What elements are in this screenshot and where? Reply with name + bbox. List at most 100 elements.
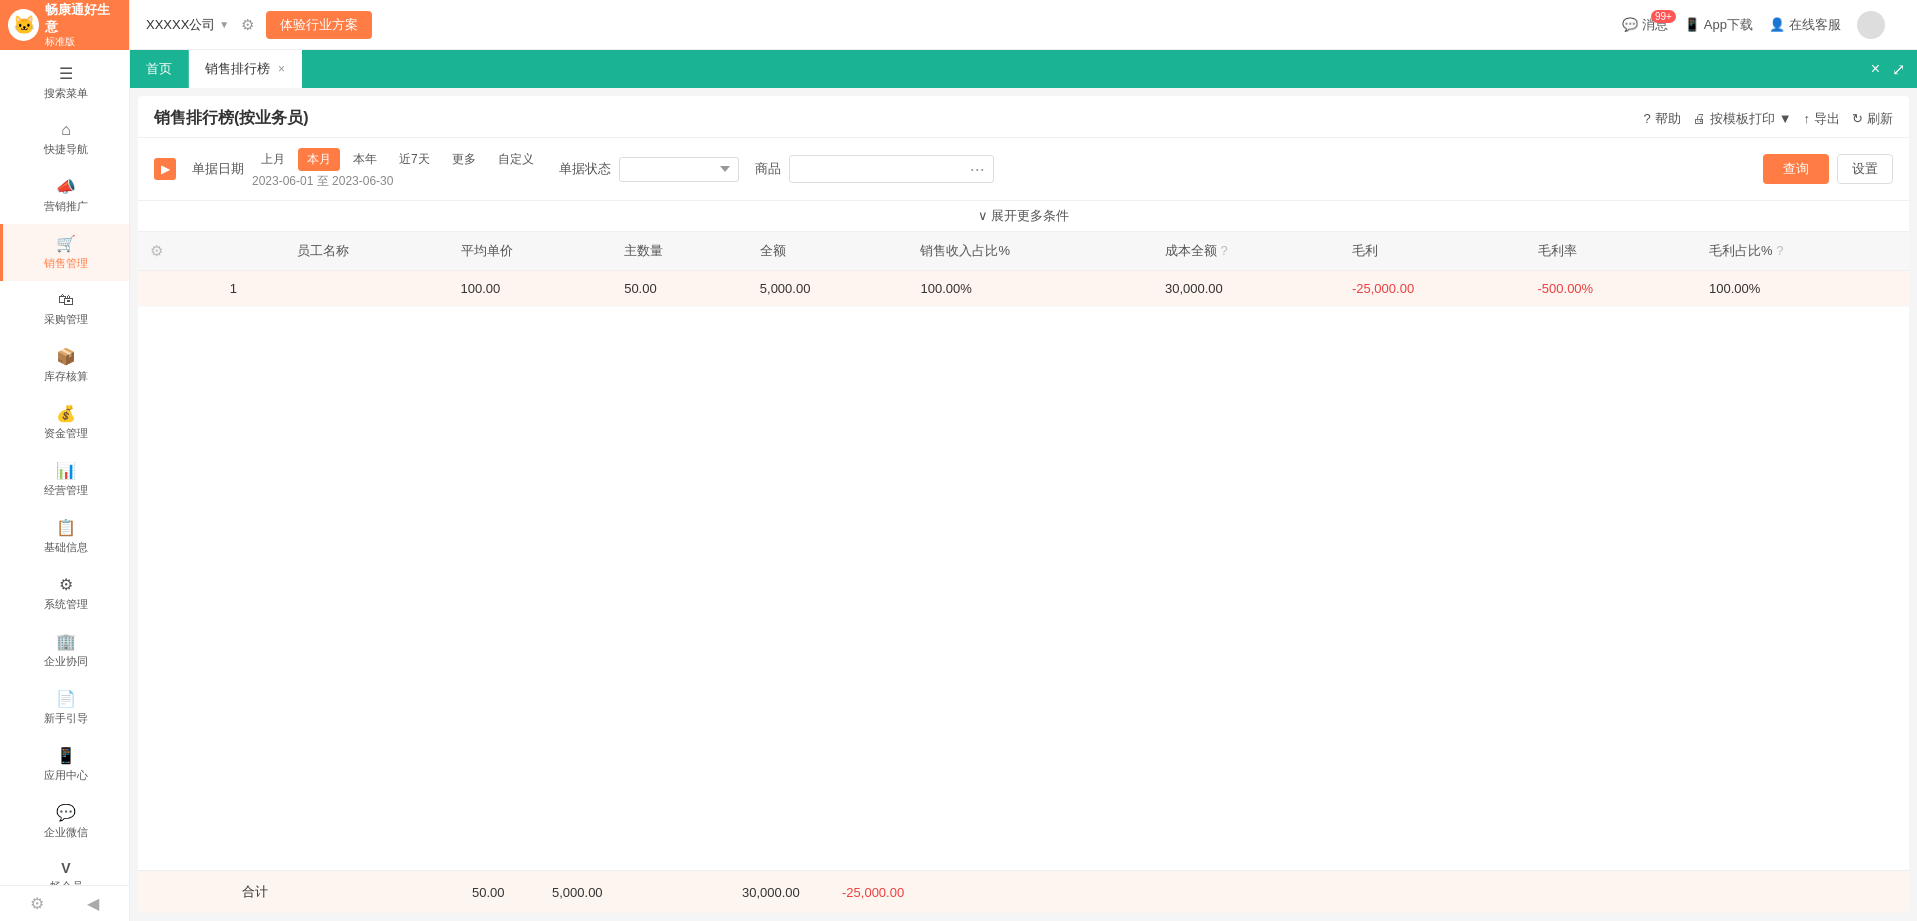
col-gross-rate: 毛利率	[1526, 232, 1698, 271]
footer-cost: 30,000.00	[730, 881, 830, 904]
settings-button[interactable]: 设置	[1837, 154, 1893, 184]
goods-filter: 商品 ···	[755, 155, 994, 183]
logo-text: 畅康通好生意 标准版	[45, 2, 121, 49]
company-name: XXXXX公司	[146, 16, 215, 34]
content-area: 销售排行榜(按业务员) ? 帮助 🖨 按模板打印 ▼ ↑ 导出	[130, 88, 1917, 921]
7days-button[interactable]: 近7天	[390, 148, 439, 171]
footer-label	[150, 888, 230, 896]
company-selector[interactable]: XXXXX公司 ▼	[146, 16, 229, 34]
expand-more-bar[interactable]: ∨ 展开更多条件	[138, 201, 1909, 232]
topbar-right: 💬 消息 99+ 📱 App下载 👤 在线客服	[1622, 11, 1901, 39]
col-gross: 毛利	[1340, 232, 1526, 271]
filter-collapse-button[interactable]: ▶	[154, 158, 176, 180]
collapse-icon[interactable]: ◀	[87, 894, 99, 913]
col-quantity: 主数量	[612, 232, 748, 271]
col-gross-pct: 毛利占比% ?	[1697, 232, 1909, 271]
cell-gross-pct: 100.00%	[1697, 271, 1909, 307]
message-button[interactable]: 💬 消息 99+	[1622, 16, 1668, 34]
page-header: 销售排行榜(按业务员) ? 帮助 🖨 按模板打印 ▼ ↑ 导出	[138, 96, 1909, 138]
sidebar-item-operation[interactable]: 📊 经营管理	[0, 451, 129, 508]
sidebar-item-member[interactable]: V 畅会员	[0, 850, 129, 885]
print-button[interactable]: 🖨 按模板打印 ▼	[1693, 110, 1792, 128]
sidebar-item-apps[interactable]: 📱 应用中心	[0, 736, 129, 793]
footer-gross: -25,000.00	[830, 881, 930, 904]
sidebar-item-finance[interactable]: 💰 资金管理	[0, 394, 129, 451]
refresh-button[interactable]: ↻ 刷新	[1852, 110, 1893, 128]
sidebar-item-purchase[interactable]: 🛍 采购管理	[0, 281, 129, 337]
tab-home[interactable]: 首页	[130, 50, 189, 88]
col-sales-pct: 销售收入占比%	[908, 232, 1153, 271]
page-container: 销售排行榜(按业务员) ? 帮助 🖨 按模板打印 ▼ ↑ 导出	[138, 96, 1909, 913]
avatar[interactable]	[1857, 11, 1885, 39]
settings-icon[interactable]: ⚙	[241, 16, 254, 34]
window-close-icon[interactable]: ×	[1871, 60, 1880, 78]
help-button[interactable]: ? 帮助	[1643, 110, 1680, 128]
cell-name	[285, 271, 449, 307]
custom-date-button[interactable]: 自定义	[489, 148, 543, 171]
date-filter-group: 单据日期 上月 本月 本年 近7天 更多 自定义 2023-06-01 至 20…	[192, 148, 543, 190]
app-icon: 📱	[1684, 17, 1700, 32]
service-icon: 👤	[1769, 17, 1785, 32]
date-range-display: 2023-06-01 至 2023-06-30	[252, 173, 543, 190]
message-icon: 💬	[1622, 17, 1638, 32]
window-expand-icon[interactable]: ⤢	[1892, 60, 1905, 79]
trial-button[interactable]: 体验行业方案	[266, 11, 372, 39]
status-label: 单据状态	[559, 160, 611, 178]
footer-avg-price	[370, 888, 460, 896]
online-service-button[interactable]: 👤 在线客服	[1769, 16, 1841, 34]
more-icon[interactable]: ···	[970, 160, 985, 178]
data-table: ⚙ 员工名称 平均单价 主数量 全额 销售收入占比% 成本全额 ?	[138, 232, 1909, 307]
inventory-icon: 📦	[56, 347, 76, 366]
cell-settings	[138, 271, 218, 307]
curr-month-button[interactable]: 本月	[298, 148, 340, 171]
message-badge: 99+	[1651, 10, 1676, 23]
goods-input[interactable]	[798, 162, 966, 177]
cost-help-icon[interactable]: ?	[1221, 243, 1228, 258]
page-actions: ? 帮助 🖨 按模板打印 ▼ ↑ 导出 ↻ 刷新	[1643, 110, 1893, 128]
sidebar-item-system[interactable]: ⚙ 系统管理	[0, 565, 129, 622]
basic-icon: 📋	[56, 518, 76, 537]
col-amount: 全额	[748, 232, 909, 271]
settings-bottom-icon[interactable]: ⚙	[30, 894, 44, 913]
coop-icon: 🏢	[56, 632, 76, 651]
filter-arrow-icon: ▶	[161, 162, 170, 176]
cell-gross: -25,000.00	[1340, 271, 1526, 307]
purchase-icon: 🛍	[58, 291, 74, 309]
footer-quantity: 50.00	[460, 881, 540, 904]
topbar: XXXXX公司 ▼ ⚙ 体验行业方案 💬 消息 99+ 📱 App下载 👤 在线…	[130, 0, 1917, 50]
search-menu-icon: ☰	[59, 64, 73, 83]
column-settings-icon[interactable]: ⚙	[150, 242, 163, 259]
sidebar-item-inventory[interactable]: 📦 库存核算	[0, 337, 129, 394]
tab-close-icon[interactable]: ×	[278, 62, 285, 76]
footer-total-label: 合计	[230, 879, 370, 905]
more-date-button[interactable]: 更多	[443, 148, 485, 171]
cell-amount: 5,000.00	[748, 271, 909, 307]
app-download-button[interactable]: 📱 App下载	[1684, 16, 1753, 34]
year-button[interactable]: 本年	[344, 148, 386, 171]
sidebar-bottom: ⚙ ◀	[0, 885, 129, 921]
sidebar-item-marketing[interactable]: 📣 营销推广	[0, 167, 129, 224]
query-button[interactable]: 查询	[1763, 154, 1829, 184]
sidebar-item-quicknav[interactable]: ⌂ 快捷导航	[0, 111, 129, 167]
sidebar-item-sales[interactable]: 🛒 销售管理	[0, 224, 129, 281]
sidebar-item-basic[interactable]: 📋 基础信息	[0, 508, 129, 565]
gross-pct-help-icon[interactable]: ?	[1776, 243, 1783, 258]
refresh-icon: ↻	[1852, 111, 1863, 126]
tab-sales-rank[interactable]: 销售排行榜 ×	[189, 50, 302, 88]
sidebar-item-search[interactable]: ☰ 搜索菜单	[0, 54, 129, 111]
logo-icon: 🐱	[8, 9, 39, 41]
prev-month-button[interactable]: 上月	[252, 148, 294, 171]
sidebar-item-wechat[interactable]: 💬 企业微信	[0, 793, 129, 850]
goods-input-wrap: ···	[789, 155, 994, 183]
status-filter: 单据状态	[559, 157, 739, 182]
page-title: 销售排行榜(按业务员)	[154, 108, 309, 129]
export-button[interactable]: ↑ 导出	[1804, 110, 1841, 128]
sidebar-item-guide[interactable]: 📄 新手引导	[0, 679, 129, 736]
goods-label: 商品	[755, 160, 781, 178]
status-select[interactable]	[619, 157, 739, 182]
footer-amount: 5,000.00	[540, 881, 630, 904]
date-filter-col: 上月 本月 本年 近7天 更多 自定义 2023-06-01 至 2023-06…	[252, 148, 543, 190]
sidebar-item-coop[interactable]: 🏢 企业协同	[0, 622, 129, 679]
member-icon: V	[61, 860, 70, 876]
col-settings: ⚙	[138, 232, 218, 271]
